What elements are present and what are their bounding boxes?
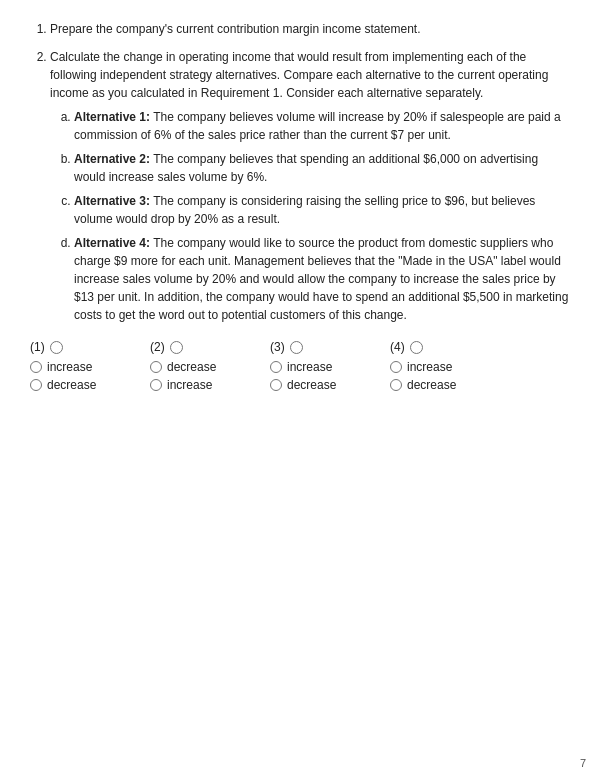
radio-groups-container: (1) increase decrease (2) decrease incre… <box>30 340 572 396</box>
group-3-option-2: decrease <box>270 378 390 392</box>
list-item-1: Prepare the company's current contributi… <box>50 20 572 38</box>
alternative-d-label: Alternative 4: <box>74 236 150 250</box>
alternative-a: Alternative 1: The company believes volu… <box>74 108 572 144</box>
radio-group-1: (1) increase decrease <box>30 340 150 396</box>
alternative-d: Alternative 4: The company would like to… <box>74 234 572 324</box>
group-4-radio-decrease[interactable] <box>390 379 402 391</box>
group-4-header: (4) <box>390 340 510 354</box>
group-2-label-increase: increase <box>167 378 212 392</box>
group-1-header: (1) <box>30 340 150 354</box>
group-3-header: (3) <box>270 340 390 354</box>
group-1-option-2: decrease <box>30 378 150 392</box>
alternative-c: Alternative 3: The company is considerin… <box>74 192 572 228</box>
radio-group-2: (2) decrease increase <box>150 340 270 396</box>
page-number: 7 <box>580 757 586 769</box>
main-list: Prepare the company's current contributi… <box>30 20 572 324</box>
group-4-label-decrease: decrease <box>407 378 456 392</box>
list-item-2-text: Calculate the change in operating income… <box>50 50 548 100</box>
group-2-header: (2) <box>150 340 270 354</box>
radio-group-3: (3) increase decrease <box>270 340 390 396</box>
group-4-num: (4) <box>390 340 405 354</box>
group-2-label-decrease: decrease <box>167 360 216 374</box>
alternative-a-label: Alternative 1: <box>74 110 150 124</box>
group-3-label-increase: increase <box>287 360 332 374</box>
group-4-label-increase: increase <box>407 360 452 374</box>
group-1-num: (1) <box>30 340 45 354</box>
group-4-option-1: increase <box>390 360 510 374</box>
group-4-radio-increase[interactable] <box>390 361 402 373</box>
group-3-option-1: increase <box>270 360 390 374</box>
group-3-radio-header[interactable] <box>290 341 303 354</box>
group-1-label-decrease: decrease <box>47 378 96 392</box>
group-3-num: (3) <box>270 340 285 354</box>
group-2-radio-decrease[interactable] <box>150 361 162 373</box>
group-1-radio-increase[interactable] <box>30 361 42 373</box>
radio-group-4: (4) increase decrease <box>390 340 510 396</box>
group-1-radio-header[interactable] <box>50 341 63 354</box>
list-item-1-text: Prepare the company's current contributi… <box>50 22 420 36</box>
group-2-radio-increase[interactable] <box>150 379 162 391</box>
list-item-2: Calculate the change in operating income… <box>50 48 572 324</box>
alternatives-list: Alternative 1: The company believes volu… <box>50 108 572 324</box>
group-4-option-2: decrease <box>390 378 510 392</box>
group-3-radio-increase[interactable] <box>270 361 282 373</box>
group-1-option-1: increase <box>30 360 150 374</box>
alternative-b-label: Alternative 2: <box>74 152 150 166</box>
group-2-option-1: decrease <box>150 360 270 374</box>
group-3-label-decrease: decrease <box>287 378 336 392</box>
group-4-radio-header[interactable] <box>410 341 423 354</box>
group-3-radio-decrease[interactable] <box>270 379 282 391</box>
alternative-c-label: Alternative 3: <box>74 194 150 208</box>
group-2-option-2: increase <box>150 378 270 392</box>
group-1-radio-decrease[interactable] <box>30 379 42 391</box>
group-2-num: (2) <box>150 340 165 354</box>
group-1-label-increase: increase <box>47 360 92 374</box>
group-2-radio-header[interactable] <box>170 341 183 354</box>
alternative-b: Alternative 2: The company believes that… <box>74 150 572 186</box>
